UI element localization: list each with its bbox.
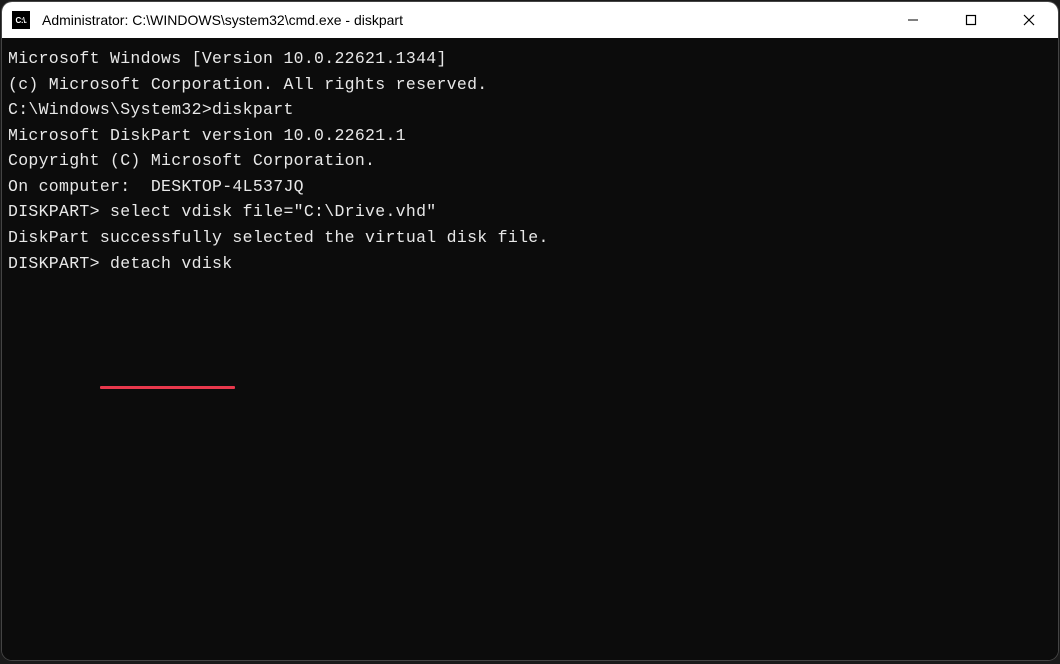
maximize-button[interactable]	[942, 2, 1000, 38]
terminal-line: DISKPART> select vdisk file="C:\Drive.vh…	[8, 199, 1052, 225]
terminal-line: Microsoft Windows [Version 10.0.22621.13…	[8, 46, 1052, 72]
titlebar[interactable]: C:\. Administrator: C:\WINDOWS\system32\…	[2, 2, 1058, 38]
highlight-underline	[100, 386, 235, 389]
terminal-line: DISKPART> detach vdisk	[8, 251, 1052, 277]
terminal-line: Microsoft DiskPart version 10.0.22621.1	[8, 123, 1052, 149]
window-controls	[884, 2, 1058, 38]
terminal-line: DiskPart successfully selected the virtu…	[8, 225, 1052, 251]
minimize-icon	[907, 14, 919, 26]
terminal-line: C:\Windows\System32>diskpart	[8, 97, 1052, 123]
maximize-icon	[965, 14, 977, 26]
terminal-line: Copyright (C) Microsoft Corporation.	[8, 148, 1052, 174]
minimize-button[interactable]	[884, 2, 942, 38]
close-icon	[1023, 14, 1035, 26]
window-title: Administrator: C:\WINDOWS\system32\cmd.e…	[42, 12, 403, 28]
close-button[interactable]	[1000, 2, 1058, 38]
cmd-icon: C:\.	[12, 11, 30, 29]
terminal-line: On computer: DESKTOP-4L537JQ	[8, 174, 1052, 200]
cmd-icon-label: C:\.	[16, 16, 27, 25]
terminal-line: (c) Microsoft Corporation. All rights re…	[8, 72, 1052, 98]
terminal-output[interactable]: Microsoft Windows [Version 10.0.22621.13…	[2, 38, 1058, 660]
cmd-window: C:\. Administrator: C:\WINDOWS\system32\…	[2, 2, 1058, 660]
